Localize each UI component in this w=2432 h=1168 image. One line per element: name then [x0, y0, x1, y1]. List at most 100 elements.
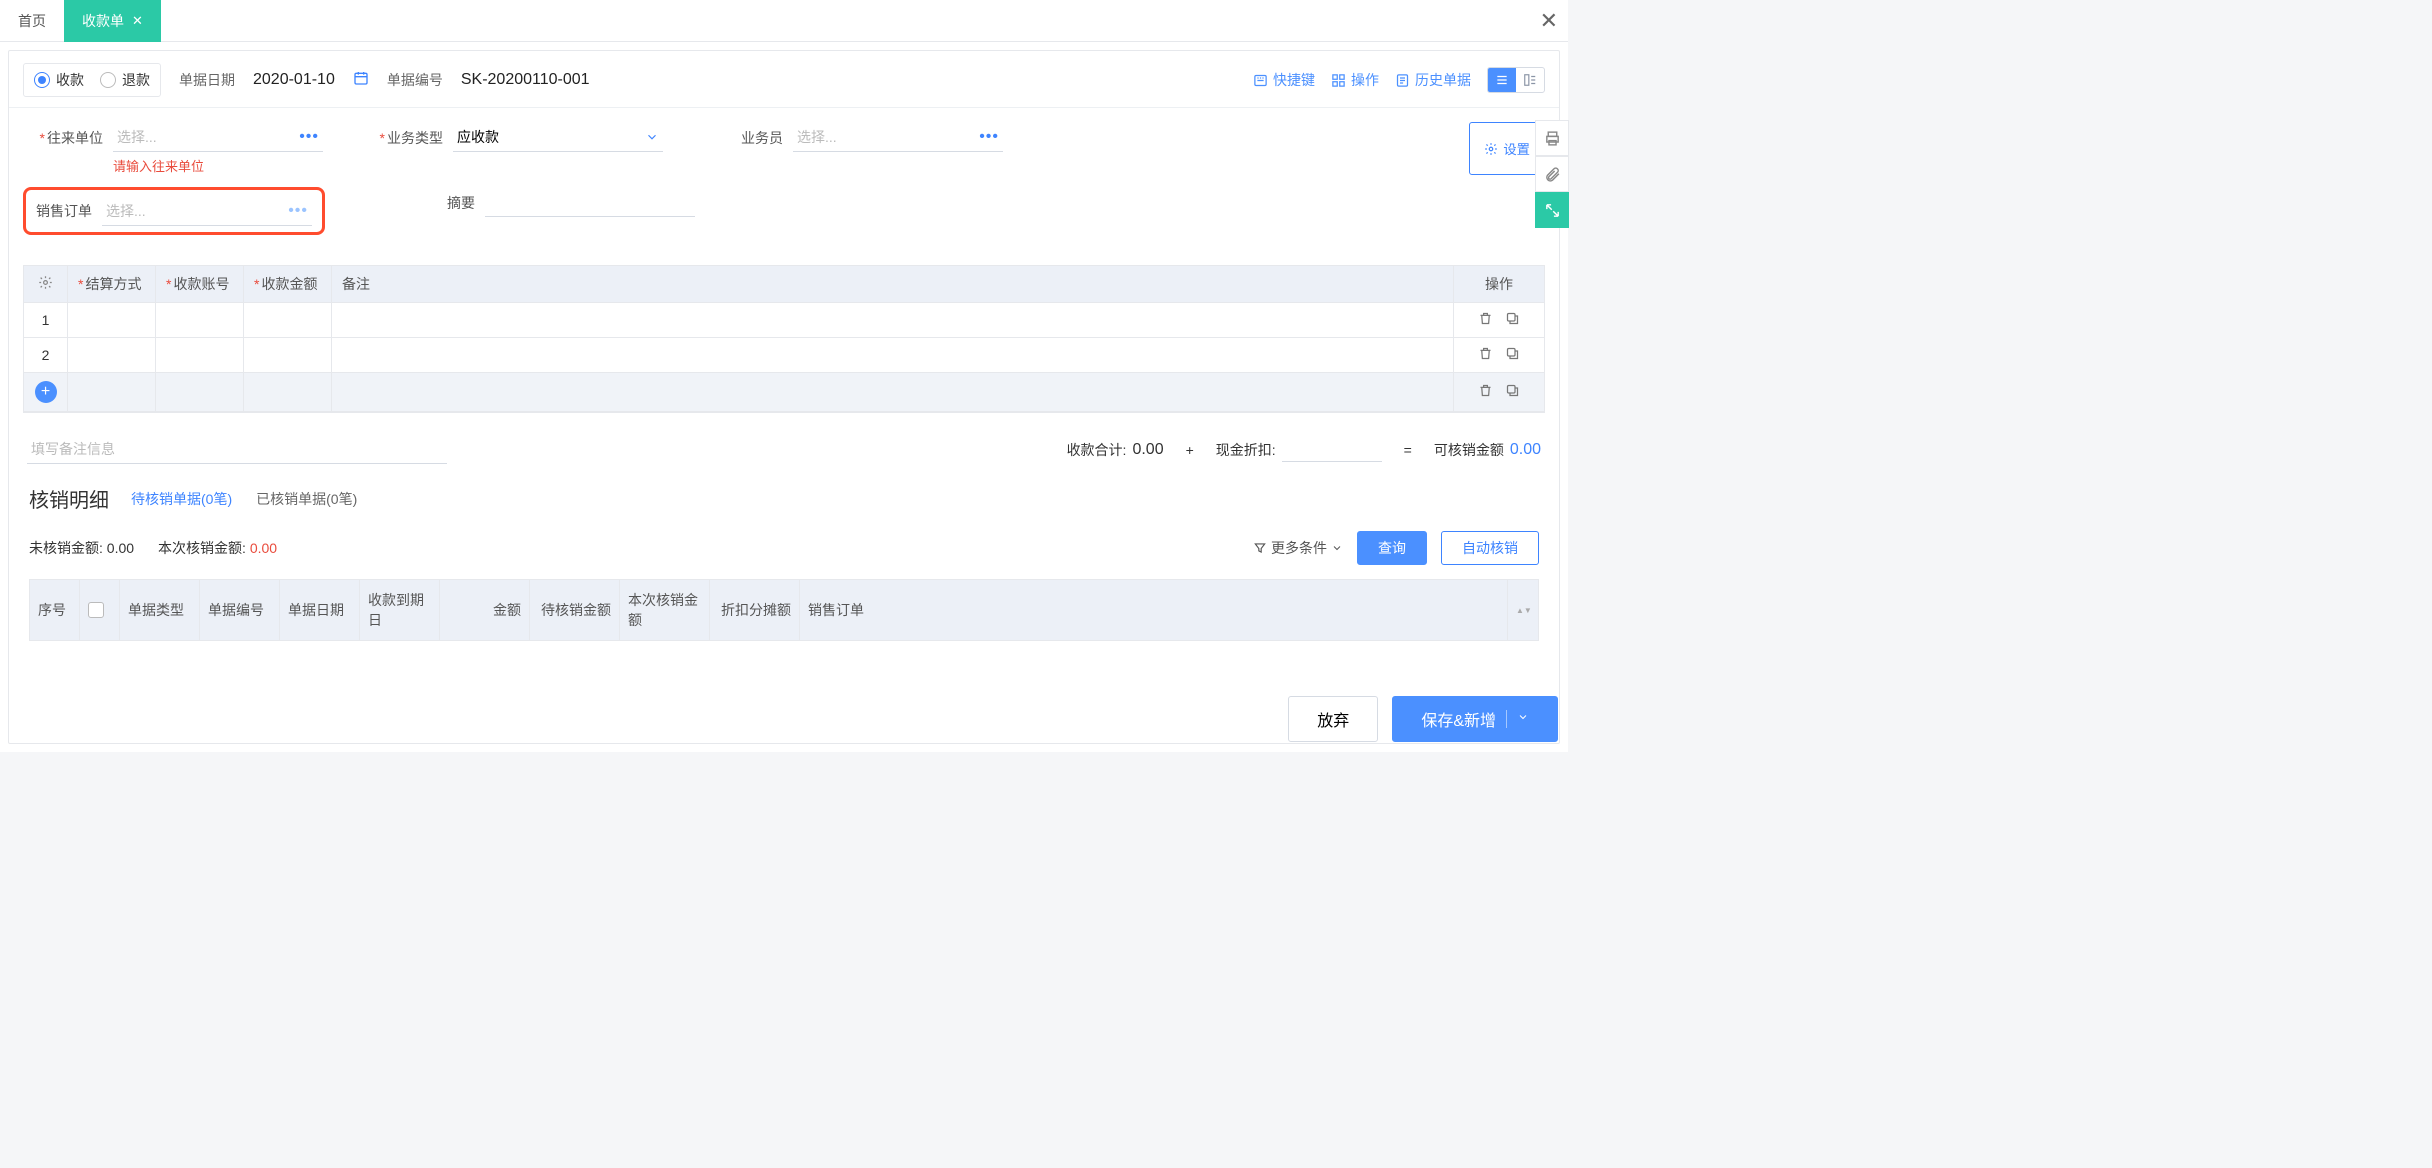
toolbar: 收款 退款 单据日期 2020-01-10 单据编号 SK-20200110-0… — [9, 51, 1559, 108]
biztype-label: *业务类型 — [363, 122, 443, 148]
more-icon[interactable]: ••• — [299, 128, 319, 146]
col-this: 本次核销金额 — [620, 580, 710, 640]
unverified-label: 未核销金额: — [29, 540, 103, 556]
salesorder-highlight: 销售订单 ••• — [23, 187, 325, 235]
this-verify-label: 本次核销金额: — [158, 540, 246, 556]
col-amount: *收款金额 — [244, 266, 332, 303]
sort-icon[interactable]: ▲▼ — [1516, 606, 1532, 615]
tab-label: 收款单 — [82, 11, 124, 31]
history-link[interactable]: 历史单据 — [1395, 70, 1471, 90]
this-verify-value: 0.00 — [250, 540, 277, 556]
radio-receive[interactable]: 收款 — [34, 70, 84, 90]
delete-icon[interactable] — [1478, 346, 1493, 364]
col-date: 单据日期 — [280, 580, 360, 640]
tab-pending[interactable]: 待核销单据(0笔) — [129, 485, 234, 513]
col-no: 单据编号 — [200, 580, 280, 640]
verify-title: 核销明细 — [29, 484, 109, 513]
tab-receipt[interactable]: 收款单 ✕ — [64, 0, 161, 42]
delete-icon[interactable] — [1478, 383, 1493, 401]
col-pending: 待核销金额 — [530, 580, 620, 640]
verify-table: 序号 单据类型 单据编号 单据日期 收款到期日 金额 待核销金额 本次核销金额 … — [29, 579, 1539, 641]
copy-icon[interactable] — [1505, 311, 1520, 329]
table-row-add: + — [24, 373, 1544, 412]
operate-link[interactable]: 操作 — [1331, 70, 1379, 90]
radio-refund[interactable]: 退款 — [100, 70, 150, 90]
col-amount: 金额 — [440, 580, 530, 640]
select-all-checkbox[interactable] — [88, 602, 104, 618]
delete-icon[interactable] — [1478, 311, 1493, 329]
tab-done[interactable]: 已核销单据(0笔) — [254, 485, 359, 513]
settings-button[interactable]: 设置 — [1469, 122, 1545, 175]
rail-expand-icon[interactable] — [1535, 192, 1569, 228]
table-row: 2 — [24, 338, 1544, 373]
salesorder-input[interactable] — [102, 196, 312, 226]
view-list-btn[interactable] — [1488, 68, 1516, 92]
chevron-down-icon[interactable] — [1506, 710, 1529, 728]
col-type: 单据类型 — [120, 580, 200, 640]
payment-table: *结算方式 *收款账号 *收款金额 备注 操作 1 2 — [23, 265, 1545, 413]
unverified-value: 0.00 — [107, 540, 134, 556]
col-order: 销售订单 — [800, 580, 1508, 640]
partner-input[interactable] — [113, 122, 323, 152]
abstract-input[interactable] — [485, 187, 695, 217]
partner-label: *往来单位 — [23, 122, 103, 148]
cancel-label: 可核销金额 — [1434, 440, 1504, 460]
col-remark: 备注 — [332, 266, 1454, 303]
content-panel: 收款 退款 单据日期 2020-01-10 单据编号 SK-20200110-0… — [8, 50, 1560, 744]
memo-input[interactable] — [27, 435, 447, 464]
add-row-button[interactable]: + — [35, 381, 57, 403]
tab-bar: 首页 收款单 ✕ ✕ — [0, 0, 1568, 42]
clerk-label: 业务员 — [703, 122, 783, 148]
more-icon[interactable]: ••• — [288, 202, 308, 220]
cash-label: 现金折扣: — [1216, 440, 1276, 460]
copy-icon[interactable] — [1505, 383, 1520, 401]
no-value: SK-20200110-001 — [461, 71, 590, 89]
col-discount: 折扣分摊额 — [710, 580, 800, 640]
radio-label: 收款 — [56, 70, 84, 90]
col-seq: 序号 — [30, 580, 80, 640]
cash-discount-input[interactable] — [1282, 438, 1382, 462]
abstract-label: 摘要 — [395, 187, 475, 213]
more-icon[interactable]: ••• — [979, 128, 999, 146]
shortcut-link[interactable]: 快捷键 — [1253, 70, 1315, 90]
col-due: 收款到期日 — [360, 580, 440, 640]
chevron-down-icon[interactable] — [645, 130, 659, 147]
total-label: 收款合计: — [1067, 440, 1127, 460]
row-num: 1 — [24, 303, 68, 338]
no-label: 单据编号 — [387, 70, 443, 90]
total-value: 0.00 — [1132, 441, 1163, 459]
salesorder-label: 销售订单 — [36, 201, 92, 221]
view-detail-btn[interactable] — [1516, 68, 1544, 92]
side-rail — [1535, 120, 1569, 228]
form-area: *往来单位 ••• 请输入往来单位 *业务类型 — [9, 108, 1559, 265]
more-conditions[interactable]: 更多条件 — [1253, 538, 1343, 558]
auto-verify-button[interactable]: 自动核销 — [1441, 531, 1539, 565]
col-action: 操作 — [1454, 266, 1544, 303]
radio-label: 退款 — [122, 70, 150, 90]
footer-actions: 放弃 保存&新增 — [1288, 686, 1558, 752]
mode-radio-group: 收款 退款 — [23, 63, 161, 97]
partner-error: 请输入往来单位 — [113, 156, 323, 175]
view-toggle — [1487, 67, 1545, 93]
col-settle: *结算方式 — [68, 266, 156, 303]
cancel-button[interactable]: 放弃 — [1288, 696, 1378, 742]
close-all-icon[interactable]: ✕ — [1540, 8, 1558, 34]
cancel-value: 0.00 — [1510, 441, 1541, 459]
gear-icon[interactable] — [38, 275, 53, 293]
table-row: 1 — [24, 303, 1544, 338]
query-button[interactable]: 查询 — [1357, 531, 1427, 565]
rail-print-icon[interactable] — [1535, 120, 1569, 156]
close-icon[interactable]: ✕ — [132, 13, 143, 29]
tab-home[interactable]: 首页 — [0, 0, 64, 42]
verify-section: 核销明细 待核销单据(0笔) 已核销单据(0笔) 未核销金额: 0.00 本次核… — [9, 474, 1559, 651]
clerk-input[interactable] — [793, 122, 1003, 152]
summary-row: 收款合计:0.00 + 现金折扣: = 可核销金额0.00 — [9, 425, 1559, 474]
biztype-input[interactable] — [453, 122, 663, 152]
date-label: 单据日期 — [179, 70, 235, 90]
save-button[interactable]: 保存&新增 — [1392, 696, 1558, 742]
copy-icon[interactable] — [1505, 346, 1520, 364]
calendar-icon[interactable] — [353, 70, 369, 91]
rail-attach-icon[interactable] — [1535, 156, 1569, 192]
date-value: 2020-01-10 — [253, 71, 335, 89]
row-num: 2 — [24, 338, 68, 373]
